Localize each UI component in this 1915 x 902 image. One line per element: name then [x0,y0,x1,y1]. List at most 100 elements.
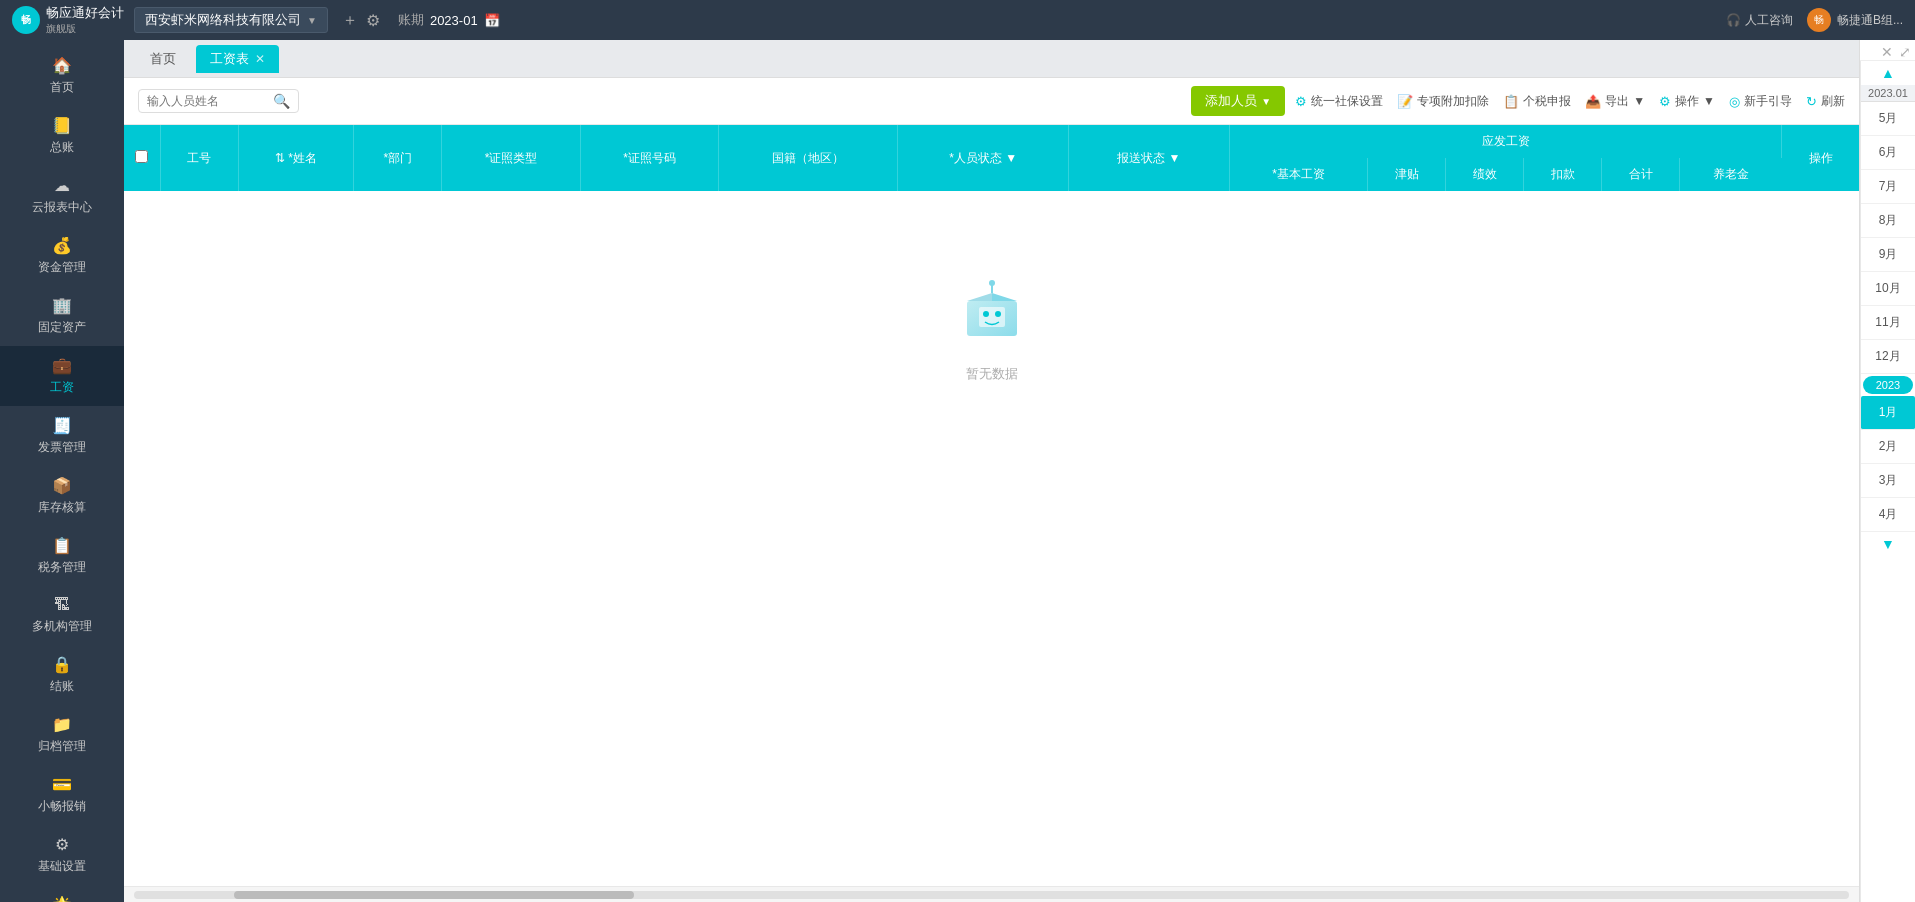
svg-point-7 [989,280,995,286]
th-checkbox[interactable] [124,125,160,191]
filter-status-icon: ▼ [1005,151,1017,165]
calendar-icon[interactable]: 📅 [484,13,500,28]
expense-icon: 💳 [52,775,72,794]
user-menu[interactable]: 畅 畅捷通B组... [1807,8,1903,32]
sidebar-item-inventory[interactable]: 📦 库存核算 [0,466,124,526]
sidebar-item-invoice[interactable]: 🧾 发票管理 [0,406,124,466]
th-status[interactable]: *人员状态 ▼ [898,125,1069,191]
th-dept: *部门 [354,125,442,191]
month-picker: ▲ 2023.01 5月 6月 7月 8月 9月 10月 11月 12月 202… [1860,61,1915,902]
sidebar-item-fund[interactable]: 💰 资金管理 [0,226,124,286]
sidebar-label-archive: 归档管理 [38,738,86,755]
tab-close-icon[interactable]: ✕ [255,52,265,66]
filter-report-icon: ▼ [1169,151,1181,165]
headset-icon: 🎧 [1726,13,1741,27]
month-6[interactable]: 6月 [1861,136,1915,170]
export-btn[interactable]: 📤 导出 ▼ [1585,93,1645,110]
month-4[interactable]: 4月 [1861,498,1915,532]
month-10[interactable]: 10月 [1861,272,1915,306]
sidebar-item-guide[interactable]: 🌟 新手引导 [0,885,124,902]
sidebar-item-cloud[interactable]: ☁ 云报表中心 [0,166,124,226]
month-9[interactable]: 9月 [1861,238,1915,272]
assets-icon: 🏢 [52,296,72,315]
tab-home[interactable]: 首页 [136,45,190,73]
nav-up-icon[interactable]: ▲ [1881,65,1895,81]
period-value[interactable]: 2023-01 [430,13,478,28]
close-panel-icon[interactable]: ✕ [1881,44,1893,60]
sidebar-label-close: 结账 [50,678,74,695]
username: 畅捷通B组... [1837,12,1903,29]
sidebar-item-multiorg[interactable]: 🏗 多机构管理 [0,586,124,645]
company-chevron-icon: ▼ [307,15,317,26]
operations-btn[interactable]: ⚙ 操作 ▼ [1659,93,1715,110]
sidebar-item-settings[interactable]: ⚙ 基础设置 [0,825,124,885]
invoice-icon: 🧾 [52,416,72,435]
expand-panel-icon[interactable]: ⤢ [1899,44,1911,60]
settings-icon[interactable]: ⚙ [366,11,380,30]
horizontal-scrollbar[interactable] [134,891,1849,899]
add-icon[interactable]: ＋ [342,10,358,31]
select-all-checkbox[interactable] [135,150,148,163]
refresh-icon: ↻ [1806,94,1817,109]
th-report-status[interactable]: 报送状态 ▼ [1069,125,1230,191]
tab-home-label: 首页 [150,50,176,68]
inventory-icon: 📦 [52,476,72,495]
month-11[interactable]: 11月 [1861,306,1915,340]
month-8[interactable]: 8月 [1861,204,1915,238]
add-employee-button[interactable]: 添加人员 ▼ [1191,86,1285,116]
service-btn[interactable]: 🎧 人工咨询 [1726,12,1793,29]
table-wrapper: 工号 ⇅ *姓名 *部门 *证照类型 *证照号码 国籍（地区） *人员状态 ▼ … [124,125,1859,886]
th-ops: 操作 [1782,125,1859,191]
year-label-2023: 2023 [1863,376,1913,394]
salary-table: 工号 ⇅ *姓名 *部门 *证照类型 *证照号码 国籍（地区） *人员状态 ▼ … [124,125,1859,463]
scrollbar-thumb[interactable] [234,891,634,899]
month-3[interactable]: 3月 [1861,464,1915,498]
company-selector[interactable]: 西安虾米网络科技有限公司 ▼ [134,7,328,33]
sidebar-label-settings: 基础设置 [38,858,86,875]
sidebar-item-ledger[interactable]: 📒 总账 [0,106,124,166]
sidebar-item-assets[interactable]: 🏢 固定资产 [0,286,124,346]
sidebar-item-tax[interactable]: 📋 税务管理 [0,526,124,586]
refresh-btn[interactable]: ↻ 刷新 [1806,93,1845,110]
month-nav-down[interactable]: ▼ [1861,532,1915,556]
th-total: 合计 [1602,158,1680,191]
month-7[interactable]: 7月 [1861,170,1915,204]
month-5[interactable]: 5月 [1861,102,1915,136]
avatar: 畅 [1807,8,1831,32]
month-nav-up[interactable]: ▲ [1861,61,1915,85]
search-input[interactable] [147,94,267,108]
tax-icon: 📋 [52,536,72,555]
th-pension: 养老金 [1680,158,1782,191]
nav-down-icon[interactable]: ▼ [1881,536,1895,552]
topbar-right: 🎧 人工咨询 畅 畅捷通B组... [1726,8,1903,32]
empty-text: 暂无数据 [966,365,1018,383]
social-security-btn[interactable]: ⚙ 统一社保设置 [1295,93,1383,110]
sidebar-item-archive[interactable]: 📁 归档管理 [0,705,124,765]
sidebar-item-close[interactable]: 🔒 结账 [0,645,124,705]
special-deduct-btn[interactable]: 📝 专项附加扣除 [1397,93,1489,110]
logo-icon: 畅 [12,6,40,34]
sidebar-label-assets: 固定资产 [38,319,86,336]
sidebar-item-salary[interactable]: 💼 工资 [0,346,124,406]
sidebar-label-tax: 税务管理 [38,559,86,576]
sidebar-item-expense[interactable]: 💳 小畅报销 [0,765,124,825]
settings-nav-icon: ⚙ [55,835,69,854]
tax-report-btn[interactable]: 📋 个税申报 [1503,93,1571,110]
sidebar-label-ledger: 总账 [50,139,74,156]
sidebar-item-home[interactable]: 🏠 首页 [0,46,124,106]
month-1[interactable]: 1月 [1861,396,1915,430]
month-2[interactable]: 2月 [1861,430,1915,464]
archive-icon: 📁 [52,715,72,734]
th-name[interactable]: ⇅ *姓名 [238,125,354,191]
search-icon[interactable]: 🔍 [273,93,290,109]
sidebar-label-invoice: 发票管理 [38,439,86,456]
sidebar-label-expense: 小畅报销 [38,798,86,815]
month-12[interactable]: 12月 [1861,340,1915,374]
salary-icon: 💼 [52,356,72,375]
tab-salary-table[interactable]: 工资表 ✕ [196,45,279,73]
content-area: 首页 工资表 ✕ 🔍 添加人员 ▼ ⚙ 统一社保设置 [124,40,1859,902]
company-name: 西安虾米网络科技有限公司 [145,11,301,29]
ledger-icon: 📒 [52,116,72,135]
tabs-bar: 首页 工资表 ✕ [124,40,1859,78]
guide-btn[interactable]: ◎ 新手引导 [1729,93,1792,110]
